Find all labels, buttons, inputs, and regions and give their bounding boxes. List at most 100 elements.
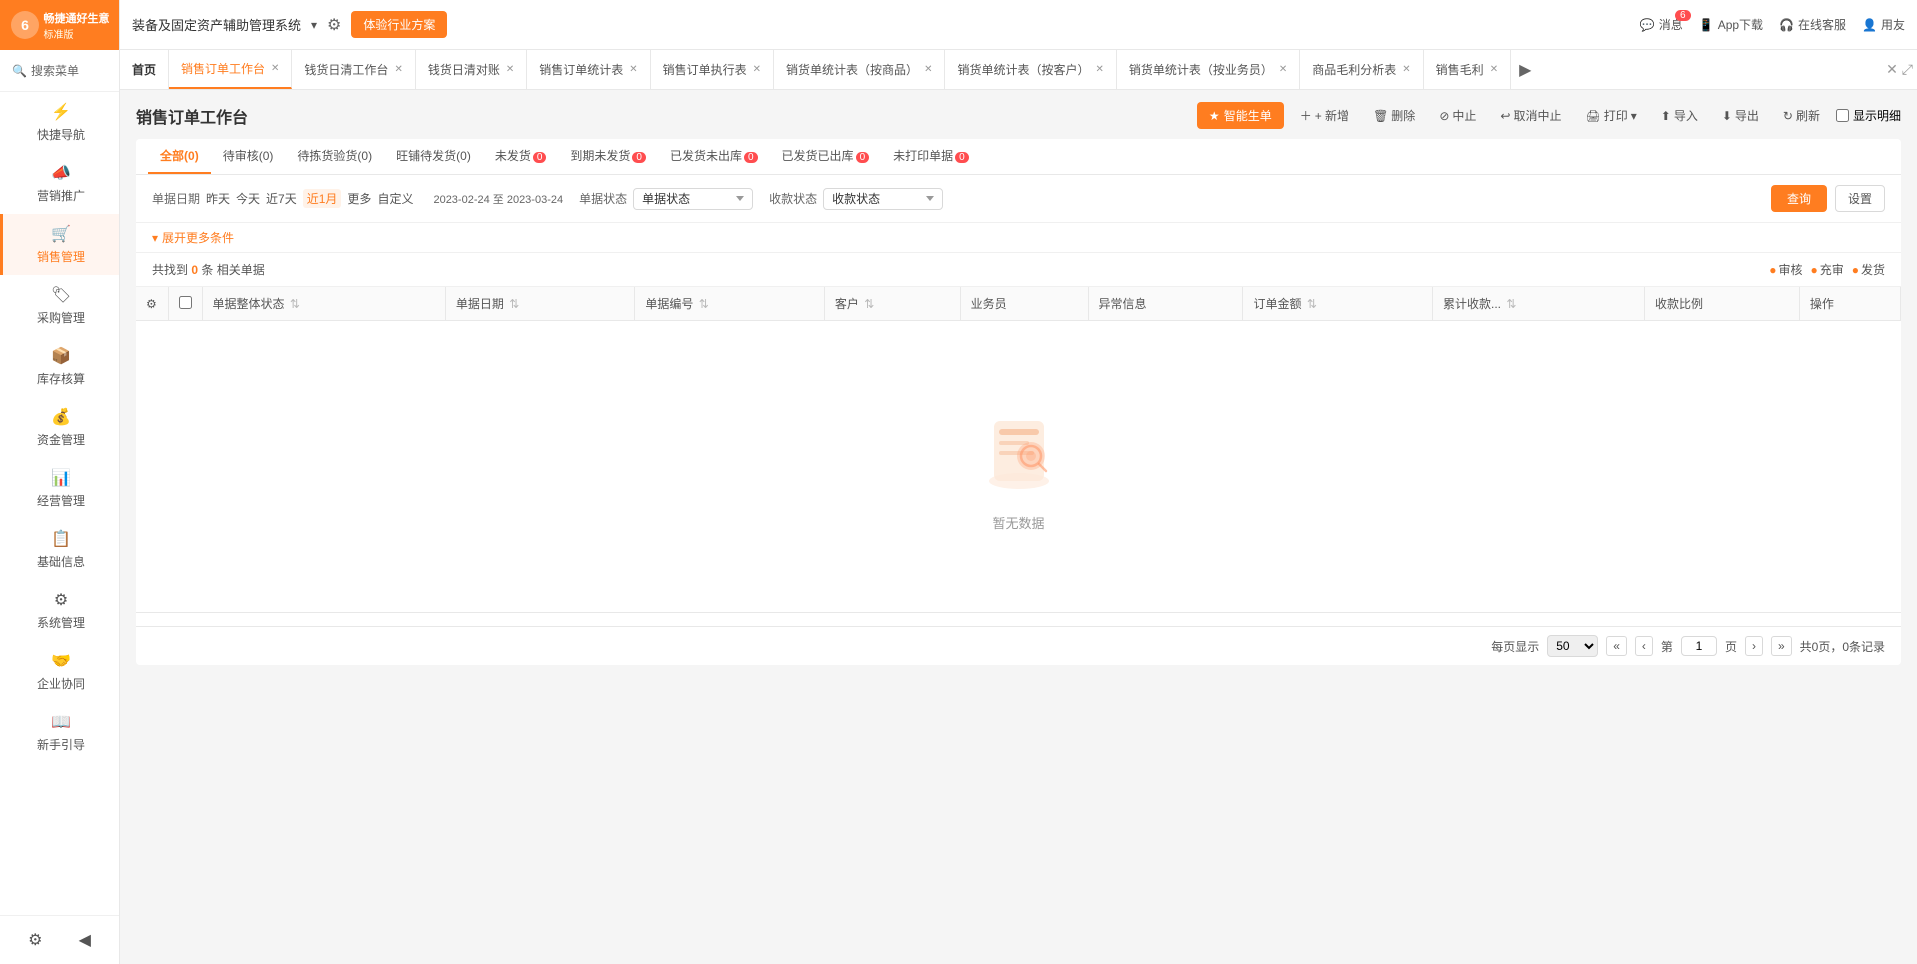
last-page-button[interactable]: »	[1771, 636, 1792, 656]
date-option-custom[interactable]: 自定义	[377, 190, 413, 207]
sort-collected-icon[interactable]: ⇅	[1506, 297, 1516, 311]
page-input[interactable]	[1681, 636, 1717, 656]
col-customer: 客户 ⇅	[824, 287, 960, 321]
sidebar-item-operations[interactable]: 📊 经营管理	[0, 458, 119, 519]
filter-tab-overdue-not-shipped[interactable]: 到期未发货0	[558, 139, 658, 174]
cancel-stop-button[interactable]: ↩ 取消中止	[1492, 103, 1569, 128]
tab-sales-summary-customer[interactable]: 销货单统计表（按客户） ✕	[945, 50, 1116, 89]
experience-button[interactable]: 体验行业方案	[351, 11, 447, 38]
results-actions: ● 审核 ● 充审 ● 发货	[1769, 261, 1885, 278]
query-button[interactable]: 查询	[1771, 185, 1827, 212]
void-action-button[interactable]: ● 充审	[1810, 261, 1843, 278]
sort-status-icon[interactable]: ⇅	[290, 297, 300, 311]
header-gear-button[interactable]: ⚙	[327, 15, 341, 35]
filter-tab-pending-inspect[interactable]: 待拣货验货(0)	[285, 139, 384, 174]
tab-sales-stat[interactable]: 销售订单统计表 ✕	[527, 50, 650, 89]
filter-setting-button[interactable]: 设置	[1835, 185, 1885, 212]
tab-sales-workbench[interactable]: 销售订单工作台 ✕	[169, 50, 292, 89]
per-page-select[interactable]: 20 50 100	[1547, 635, 1598, 657]
filter-tabs: 全部(0) 待审核(0) 待拣货验货(0) 旺铺待发货(0) 未发货0 到期未发…	[136, 139, 1901, 175]
refresh-button[interactable]: ↻ 刷新	[1775, 103, 1828, 128]
payment-select[interactable]: 收款状态	[823, 188, 943, 210]
app-title-dropdown[interactable]: ▾	[311, 18, 317, 32]
filter-tab-pending-review[interactable]: 待审核(0)	[211, 139, 286, 174]
tab-home[interactable]: 首页	[120, 50, 169, 89]
online-service-button[interactable]: 🎧 在线客服	[1779, 16, 1846, 33]
sidebar-item-inventory[interactable]: 📦 库存核算	[0, 336, 119, 397]
sidebar-collapse-btn[interactable]: ◀	[71, 926, 99, 954]
ship-action-button[interactable]: ● 发货	[1852, 261, 1885, 278]
column-settings-icon[interactable]: ⚙	[146, 297, 157, 311]
tab-sales-exec[interactable]: 销售订单执行表 ✕	[651, 50, 774, 89]
tab-fullscreen-button[interactable]: ⤢	[1902, 61, 1913, 78]
horizontal-scrollbar[interactable]	[136, 612, 1901, 626]
stop-button[interactable]: ⊘ 中止	[1431, 103, 1484, 128]
tab-close-sales-summary-customer[interactable]: ✕	[1095, 64, 1103, 75]
filter-tab-not-shipped[interactable]: 未发货0	[483, 139, 559, 174]
tab-cash-reconcile[interactable]: 钱货日清对账 ✕	[416, 50, 527, 89]
review-action-button[interactable]: ● 审核	[1769, 261, 1802, 278]
sidebar-item-quick-nav[interactable]: ⚡ 快捷导航	[0, 92, 119, 153]
delete-button[interactable]: 🗑 删除	[1365, 103, 1423, 128]
date-range-group: 2023-02-24 至 2023-03-24	[429, 191, 563, 207]
filter-tab-shipped-warehoused[interactable]: 已发货已出库0	[770, 139, 882, 174]
date-option-more[interactable]: 更多	[347, 190, 371, 207]
add-button[interactable]: ＋ + 新增	[1292, 103, 1357, 128]
tab-sales-summary-product[interactable]: 销货单统计表（按商品） ✕	[774, 50, 945, 89]
sidebar-item-guide[interactable]: 📖 新手引导	[0, 702, 119, 763]
expand-conditions-button[interactable]: ▾ 展开更多条件	[152, 229, 234, 246]
sidebar-item-marketing[interactable]: 📣 营销推广	[0, 153, 119, 214]
tab-more-button[interactable]: ▶	[1511, 50, 1539, 89]
user-avatar[interactable]: 👤 用友	[1862, 16, 1905, 33]
tab-close-sales-workbench[interactable]: ✕	[271, 63, 279, 74]
sidebar-item-purchase[interactable]: 🏷 采购管理	[0, 275, 119, 336]
tab-close-sales-summary-product[interactable]: ✕	[924, 64, 932, 75]
sidebar-item-basic-info[interactable]: 📋 基础信息	[0, 519, 119, 580]
first-page-button[interactable]: «	[1606, 636, 1627, 656]
select-all-checkbox[interactable]	[179, 296, 192, 309]
print-button[interactable]: 🖨 打印 ▾	[1577, 103, 1644, 128]
sort-customer-icon[interactable]: ⇅	[864, 297, 874, 311]
filter-tab-not-printed[interactable]: 未打印单据0	[881, 139, 981, 174]
tab-close-product-margin[interactable]: ✕	[1402, 64, 1410, 75]
tab-unpin-button[interactable]: ✕	[1886, 61, 1898, 78]
app-download-button[interactable]: 📱 App下载	[1699, 16, 1763, 33]
tab-sales-summary-staff[interactable]: 销货单统计表（按业务员） ✕	[1117, 50, 1300, 89]
sidebar-item-enterprise[interactable]: 🤝 企业协同	[0, 641, 119, 702]
show-detail-checkbox[interactable]: 显示明细	[1836, 107, 1901, 124]
tab-close-sales-stat[interactable]: ✕	[629, 64, 637, 75]
tab-cash-daily[interactable]: 钱货日清工作台 ✕	[292, 50, 415, 89]
sort-date-icon[interactable]: ⇅	[509, 297, 519, 311]
status-select[interactable]: 单据状态	[633, 188, 753, 210]
tab-close-sales-tab10[interactable]: ✕	[1490, 64, 1498, 75]
import-button[interactable]: ⬆ 导入	[1653, 103, 1706, 128]
sort-number-icon[interactable]: ⇅	[699, 297, 709, 311]
sidebar-settings-btn[interactable]: ⚙	[20, 926, 50, 954]
search-menu-button[interactable]: 🔍 搜索菜单	[8, 58, 111, 83]
date-option-7days[interactable]: 近7天	[266, 190, 297, 207]
sidebar-item-system[interactable]: ⚙ 系统管理	[0, 580, 119, 641]
export-button[interactable]: ⬇ 导出	[1714, 103, 1767, 128]
prev-page-button[interactable]: ‹	[1635, 636, 1653, 656]
tab-product-margin[interactable]: 商品毛利分析表 ✕	[1300, 50, 1423, 89]
tab-sales-tab10[interactable]: 销售毛利 ✕	[1424, 50, 1511, 89]
date-option-today[interactable]: 今天	[236, 190, 260, 207]
tab-close-cash-reconcile[interactable]: ✕	[506, 64, 514, 75]
filter-tab-shipped-not-warehoused[interactable]: 已发货未出库0	[658, 139, 770, 174]
tab-close-sales-summary-staff[interactable]: ✕	[1279, 64, 1287, 75]
smart-generate-button[interactable]: ★ 智能生单	[1197, 102, 1284, 129]
cancel-stop-icon: ↩	[1500, 109, 1510, 123]
show-detail-input[interactable]	[1836, 109, 1849, 122]
date-option-yesterday[interactable]: 昨天	[206, 190, 230, 207]
tab-close-sales-exec[interactable]: ✕	[753, 64, 761, 75]
sidebar-item-sales[interactable]: 🛒 销售管理	[0, 214, 119, 275]
message-button[interactable]: 💬 消息 6	[1640, 16, 1683, 33]
page-title: 销售订单工作台	[136, 104, 248, 128]
filter-tab-all[interactable]: 全部(0)	[148, 139, 211, 174]
date-option-1month[interactable]: 近1月	[303, 189, 342, 208]
sort-amount-icon[interactable]: ⇅	[1307, 297, 1317, 311]
next-page-button[interactable]: ›	[1745, 636, 1763, 656]
tab-close-cash-daily[interactable]: ✕	[394, 64, 402, 75]
filter-tab-wangpu[interactable]: 旺铺待发货(0)	[384, 139, 483, 174]
sidebar-item-finance[interactable]: 💰 资金管理	[0, 397, 119, 458]
